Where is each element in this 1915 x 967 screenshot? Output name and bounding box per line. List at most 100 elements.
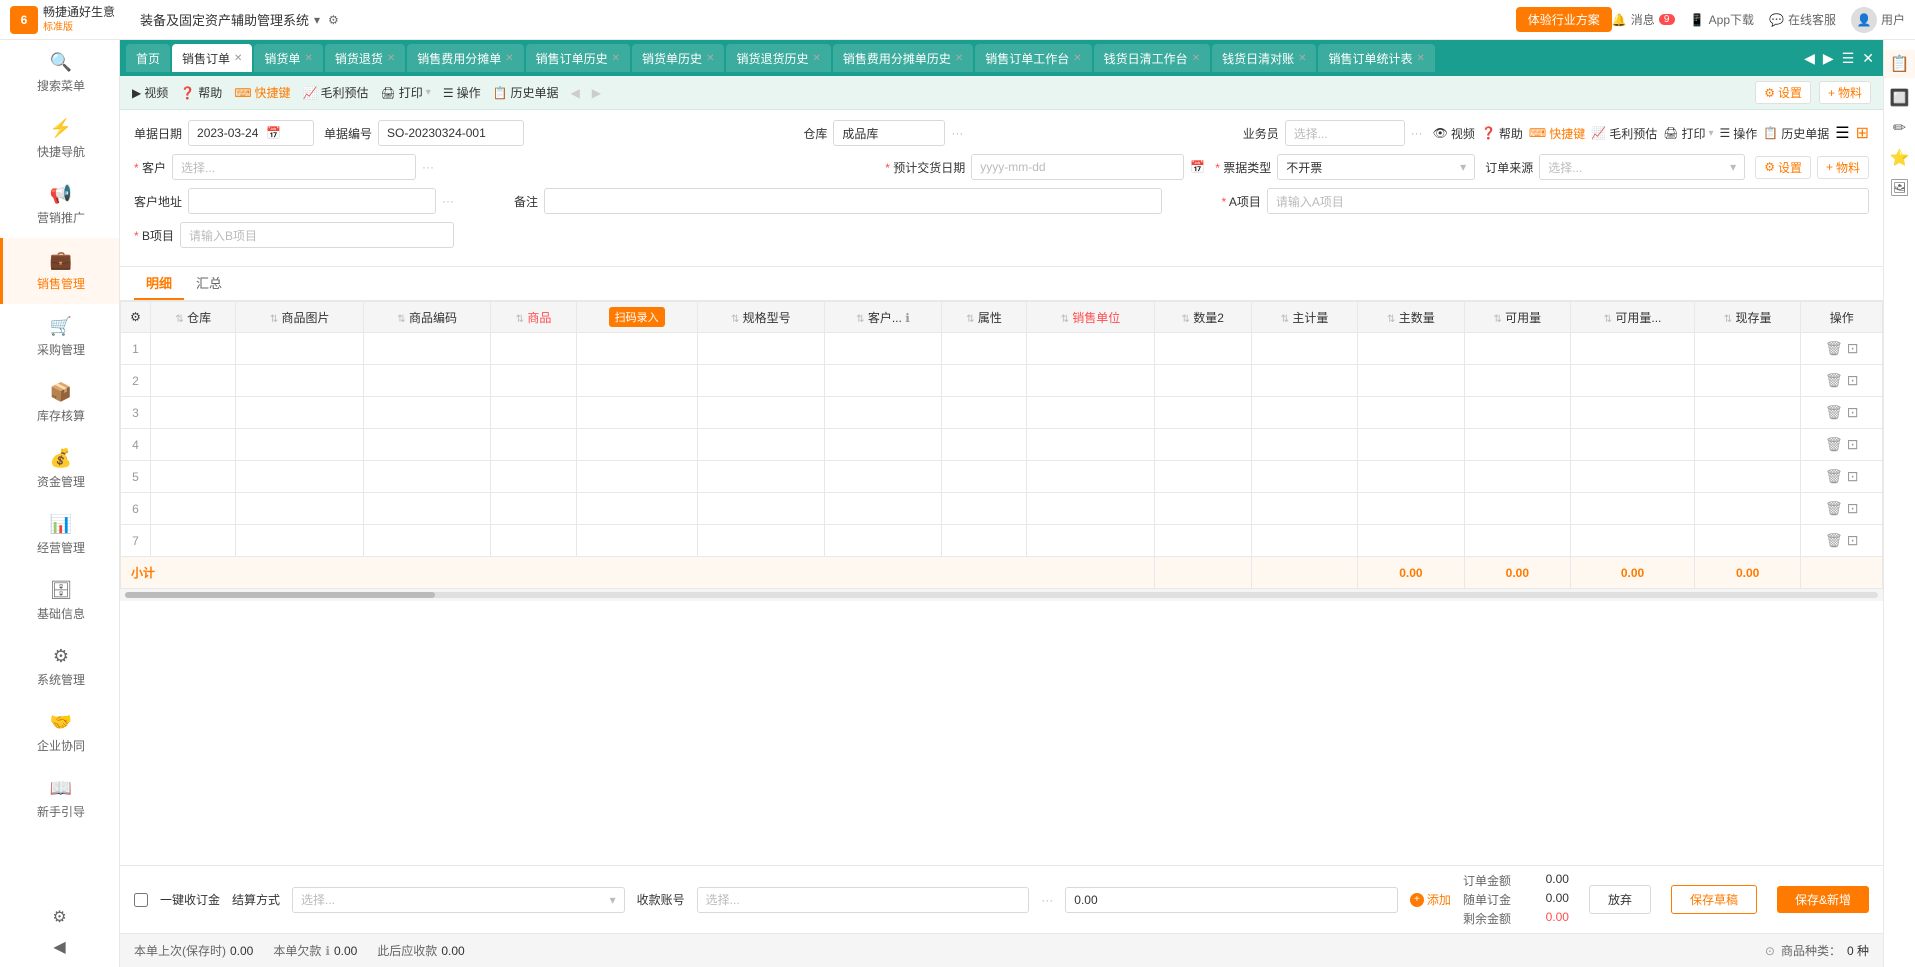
row-6-delete-icon[interactable]: 🗑: [1825, 500, 1843, 517]
tab-order-workbench[interactable]: 销售订单工作台 ✕: [975, 44, 1091, 72]
col-main-unit[interactable]: ⇅ 主计量: [1251, 302, 1357, 333]
collapse-icon[interactable]: ◀: [53, 937, 65, 957]
col-scan[interactable]: 扫码录入: [576, 302, 697, 333]
online-service-item[interactable]: 💬 在线客服: [1769, 11, 1836, 28]
tab-close-sales-goods[interactable]: ✕: [304, 53, 312, 64]
sidebar-item-system[interactable]: ⚙ 系统管理: [0, 634, 119, 700]
sidebar-item-base[interactable]: 🗄 基础信息: [0, 568, 119, 634]
tab-menu-icon[interactable]: ☰: [1838, 50, 1859, 67]
view-btn[interactable]: ▶ 视频: [132, 84, 168, 101]
tab-close-order-history[interactable]: ✕: [612, 53, 620, 64]
add-material-button[interactable]: + 物料: [1819, 81, 1871, 104]
col-qty2[interactable]: ⇅ 数量2: [1154, 302, 1251, 333]
right-panel-grid-icon[interactable]: 🔲: [1890, 88, 1910, 108]
tab-close-sales-order[interactable]: ✕: [234, 53, 242, 64]
row-2-warehouse[interactable]: [151, 365, 236, 397]
row-1-qty2[interactable]: [1154, 333, 1251, 365]
row-6-copy-icon[interactable]: ⊡: [1847, 500, 1859, 517]
amount-input[interactable]: 0.00: [1065, 887, 1398, 913]
print-btn[interactable]: 🖨 打印 ▾: [381, 84, 431, 101]
sidebar-item-purchase[interactable]: 🛒 采购管理: [0, 304, 119, 370]
one-key-payment-checkbox[interactable]: [134, 893, 148, 907]
row-1-product[interactable]: [491, 333, 576, 365]
row-1-stock[interactable]: [1694, 333, 1800, 365]
history-btn[interactable]: 📋 历史单据: [493, 84, 559, 101]
tab-return-history[interactable]: 销货退货历史 ✕: [726, 44, 830, 72]
toolbar-view-btn[interactable]: 👁 视频: [1433, 125, 1475, 142]
delivery-date-input[interactable]: yyyy-mm-dd: [971, 154, 1184, 180]
tab-close-expense[interactable]: ✕: [505, 53, 513, 64]
row-4-copy-icon[interactable]: ⊡: [1847, 436, 1859, 453]
tab-close-cash-workbench[interactable]: ✕: [1192, 53, 1200, 64]
row-1-main-unit[interactable]: [1251, 333, 1357, 365]
right-panel-image-icon[interactable]: 🖼: [1889, 178, 1909, 198]
col-customer-code[interactable]: ⇅ 客户... ℹ: [825, 302, 942, 333]
sort-unit-icon[interactable]: ⇅: [1061, 314, 1069, 325]
save-new-button[interactable]: 保存&新增: [1777, 886, 1869, 913]
row-2-delete-icon[interactable]: 🗑: [1825, 372, 1843, 389]
row-1-image[interactable]: [236, 333, 363, 365]
nav-next-icon[interactable]: ▶: [592, 86, 601, 100]
tab-sales-order[interactable]: 销售订单 ✕: [172, 44, 252, 72]
sidebar-item-collab[interactable]: 🤝 企业协同: [0, 700, 119, 766]
row-1-unit[interactable]: [1027, 333, 1154, 365]
tab-order-stats[interactable]: 销售订单统计表 ✕: [1318, 44, 1434, 72]
horizontal-scrollbar[interactable]: [120, 589, 1883, 601]
col-attribute[interactable]: ⇅ 属性: [941, 302, 1026, 333]
tab-close-return-history[interactable]: ✕: [812, 53, 820, 64]
app-download-item[interactable]: 📱 App下载: [1690, 11, 1754, 28]
sort-code-icon[interactable]: ⇅: [397, 314, 405, 325]
row-2-copy-icon[interactable]: ⊡: [1847, 372, 1859, 389]
notification-item[interactable]: 🔔 消息 9: [1612, 11, 1675, 28]
delivery-calendar-icon[interactable]: 📅: [1190, 160, 1205, 174]
order-no-input[interactable]: SO-20230324-001: [378, 120, 524, 146]
toolbar-history-btn[interactable]: 📋 历史单据: [1763, 125, 1829, 142]
row-1-main-qty[interactable]: [1358, 333, 1464, 365]
settings-bottom-icon[interactable]: ⚙: [52, 907, 66, 927]
calendar-icon[interactable]: 📅: [266, 126, 281, 140]
toolbar-shortcut-btn[interactable]: ⌨ 快捷键: [1529, 125, 1585, 142]
sidebar-item-sales[interactable]: 💼 销售管理: [0, 238, 119, 304]
toolbar-ops-btn[interactable]: ☰ 操作: [1720, 125, 1758, 142]
row-1-customer-code[interactable]: [825, 333, 942, 365]
nav-prev-icon[interactable]: ◀: [571, 86, 580, 100]
tab-detail[interactable]: 明细: [134, 267, 184, 300]
salesperson-input[interactable]: 选择...: [1285, 120, 1405, 146]
col-unit[interactable]: ⇅ 销售单位: [1027, 302, 1154, 333]
sort-qty2-icon[interactable]: ⇅: [1182, 314, 1190, 325]
gear-icon[interactable]: ⚙: [328, 13, 339, 27]
sidebar-item-inventory[interactable]: 📦 库存核算: [0, 370, 119, 436]
sort-stock-icon[interactable]: ⇅: [1724, 314, 1732, 325]
row-7-delete-icon[interactable]: 🗑: [1825, 532, 1843, 549]
scroll-thumb[interactable]: [125, 592, 435, 598]
tab-close-expense-history[interactable]: ✕: [955, 53, 963, 64]
tab-close-cash-reconcile[interactable]: ✕: [1298, 53, 1306, 64]
system-dropdown-icon[interactable]: ▾: [314, 13, 320, 27]
tab-goods-history[interactable]: 销货单历史 ✕: [632, 44, 724, 72]
col-image[interactable]: ⇅ 商品图片: [236, 302, 363, 333]
col-stock[interactable]: ⇅ 现存量: [1694, 302, 1800, 333]
toolbar-print-btn[interactable]: 🖨 打印 ▾: [1663, 125, 1713, 142]
operations-btn[interactable]: ☰ 操作: [443, 84, 481, 101]
right-panel-star-icon[interactable]: ⭐: [1890, 148, 1910, 168]
row-1-available2[interactable]: [1571, 333, 1695, 365]
sort-main-qty-icon[interactable]: ⇅: [1387, 314, 1395, 325]
col-available[interactable]: ⇅ 可用量: [1464, 302, 1570, 333]
print-arrow-icon[interactable]: ▾: [426, 87, 431, 98]
dots-icon[interactable]: ···: [1041, 893, 1053, 907]
scan-btn[interactable]: 扫码录入: [609, 307, 665, 327]
setting-button[interactable]: ⚙ 设置: [1755, 81, 1811, 104]
customer-more-icon[interactable]: ···: [422, 160, 434, 174]
save-draft-button[interactable]: 保存草稿: [1671, 885, 1757, 914]
right-panel-form-icon[interactable]: 📋: [1884, 50, 1915, 78]
tab-close-order-workbench[interactable]: ✕: [1073, 53, 1081, 64]
invoice-type-select[interactable]: 不开票 ▾: [1277, 154, 1475, 180]
tab-close-return[interactable]: ✕: [387, 53, 395, 64]
remark-input[interactable]: [544, 188, 1161, 214]
tab-cash-reconcile[interactable]: 钱货日清对账 ✕: [1212, 44, 1316, 72]
a-project-input[interactable]: 请输入A项目: [1267, 188, 1869, 214]
tab-sales-goods[interactable]: 销货单 ✕: [254, 44, 322, 72]
sort-available-icon[interactable]: ⇅: [1493, 314, 1501, 325]
profit-btn[interactable]: 📈 毛利预估: [303, 84, 369, 101]
col-settings[interactable]: ⚙: [121, 302, 151, 333]
